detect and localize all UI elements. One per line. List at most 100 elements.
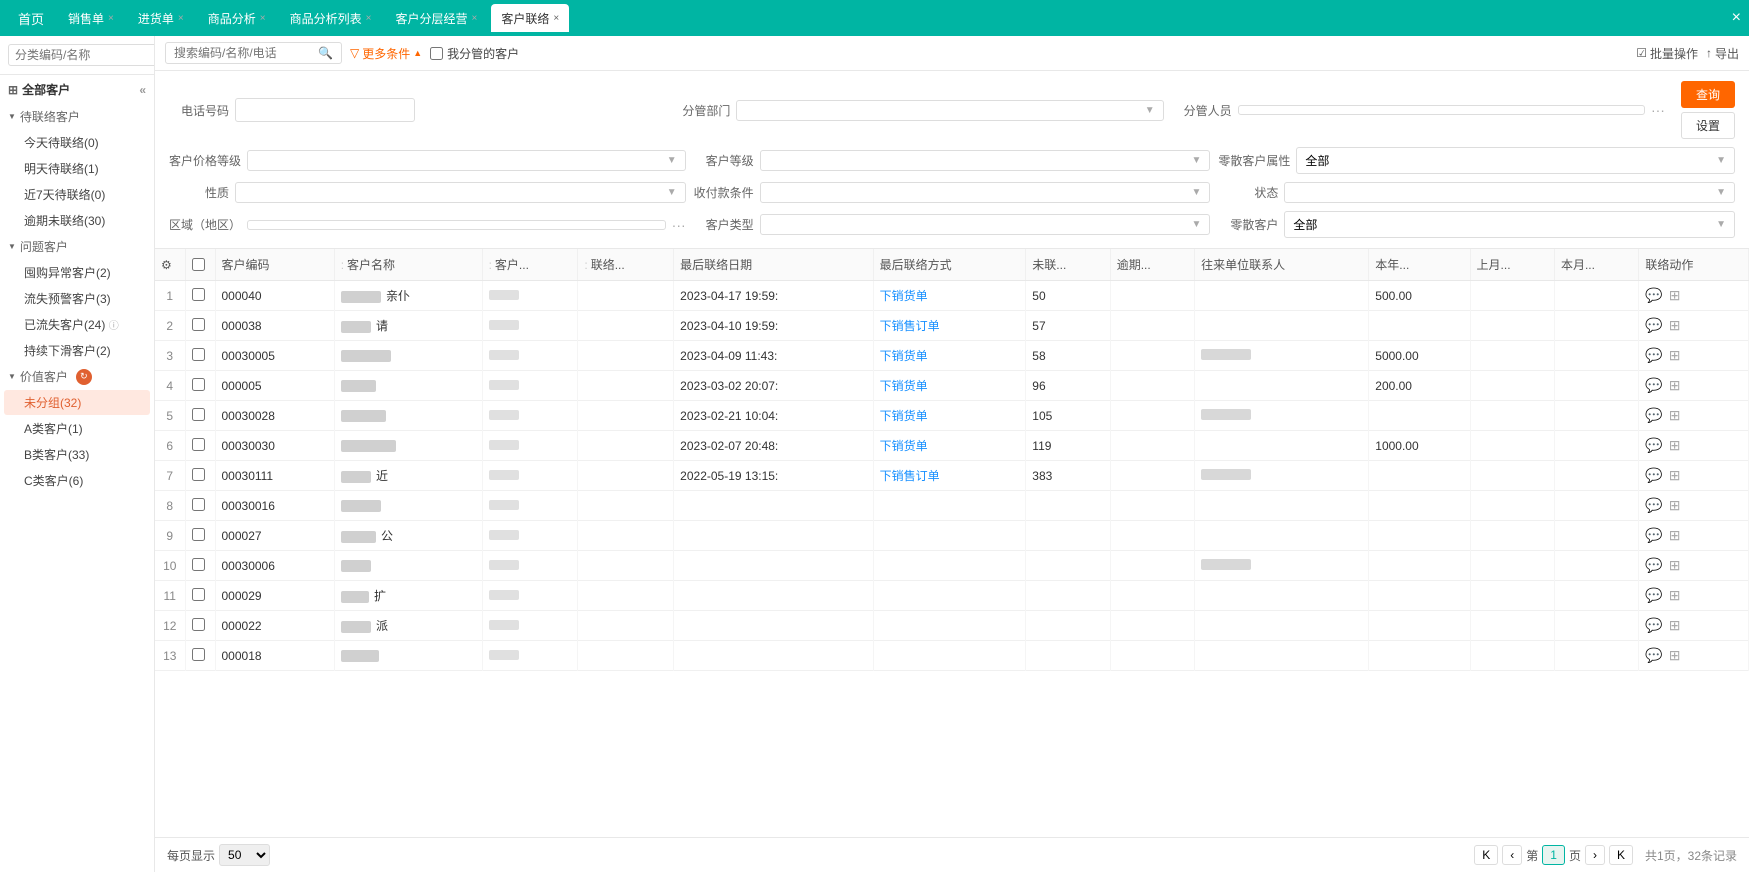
row-checkbox-6[interactable]	[185, 431, 215, 461]
row-select-6[interactable]	[192, 438, 205, 451]
sidebar-all-customers[interactable]: ⊞ 全部客户 «	[0, 75, 154, 104]
row-select-4[interactable]	[192, 378, 205, 391]
chat-icon-1[interactable]: 💬	[1645, 287, 1662, 304]
row-select-8[interactable]	[192, 498, 205, 511]
method-link-6[interactable]: 下销货单	[880, 439, 928, 453]
row-checkbox-13[interactable]	[185, 641, 215, 671]
sidebar-item-7days[interactable]: 近7天待联络(0)	[4, 182, 150, 207]
sidebar-item-ungrouped[interactable]: 未分组(32)	[4, 390, 150, 415]
method-link-5[interactable]: 下销货单	[880, 409, 928, 423]
col-no-contact[interactable]: 未联...	[1026, 249, 1110, 281]
row-checkbox-3[interactable]	[185, 341, 215, 371]
sidebar-item-class-c[interactable]: C类客户(6)	[4, 468, 150, 493]
first-page-button[interactable]: K	[1474, 845, 1498, 865]
region-select[interactable]	[247, 220, 666, 230]
grid-action-icon-2[interactable]: ⊞	[1669, 317, 1681, 334]
grid-action-icon-3[interactable]: ⊞	[1669, 347, 1681, 364]
tab-customer-contact[interactable]: 客户联络 ×	[491, 4, 569, 32]
col-this-month[interactable]: 本月...	[1554, 249, 1638, 281]
sidebar-item-churned[interactable]: 已流失客户(24) ⓘ	[4, 312, 150, 337]
row-checkbox-9[interactable]	[185, 521, 215, 551]
status-select[interactable]: ▼	[1284, 182, 1735, 203]
sidebar-item-class-a[interactable]: A类客户(1)	[4, 416, 150, 441]
col-this-year[interactable]: 本年...	[1369, 249, 1470, 281]
row-select-11[interactable]	[192, 588, 205, 601]
close-tab-contact[interactable]: ×	[553, 13, 559, 24]
close-window-button[interactable]: ×	[1732, 9, 1741, 27]
row-checkbox-10[interactable]	[185, 551, 215, 581]
row-checkbox-4[interactable]	[185, 371, 215, 401]
main-search-input[interactable]	[174, 46, 314, 60]
grid-action-icon-12[interactable]: ⊞	[1669, 617, 1681, 634]
row-checkbox-7[interactable]	[185, 461, 215, 491]
grid-action-icon-6[interactable]: ⊞	[1669, 437, 1681, 454]
export-button[interactable]: ↑ 导出	[1706, 45, 1739, 62]
row-checkbox-5[interactable]	[185, 401, 215, 431]
sidebar-item-declining[interactable]: 持续下滑客户(2)	[4, 338, 150, 363]
row-select-13[interactable]	[192, 648, 205, 661]
select-all-checkbox[interactable]	[192, 258, 205, 271]
tab-sales-order[interactable]: 销售单 ×	[58, 4, 124, 32]
row-select-2[interactable]	[192, 318, 205, 331]
retail-attr-select[interactable]: 全部 ▼	[1296, 147, 1735, 174]
tab-purchase-order[interactable]: 进货单 ×	[128, 4, 194, 32]
chat-icon-11[interactable]: 💬	[1645, 587, 1662, 604]
close-tab-segmentation[interactable]: ×	[471, 13, 477, 24]
next-page-button[interactable]: ›	[1585, 845, 1605, 865]
sidebar-item-overdue[interactable]: 逾期未联络(30)	[4, 208, 150, 233]
chat-icon-6[interactable]: 💬	[1645, 437, 1662, 454]
grid-action-icon-8[interactable]: ⊞	[1669, 497, 1681, 514]
chat-icon-8[interactable]: 💬	[1645, 497, 1662, 514]
chat-icon-5[interactable]: 💬	[1645, 407, 1662, 424]
grid-action-icon-7[interactable]: ⊞	[1669, 467, 1681, 484]
sidebar-collapse-button[interactable]: «	[139, 83, 146, 97]
row-checkbox-8[interactable]	[185, 491, 215, 521]
query-button[interactable]: 查询	[1681, 81, 1735, 108]
chat-icon-13[interactable]: 💬	[1645, 647, 1662, 664]
row-checkbox-11[interactable]	[185, 581, 215, 611]
sidebar-item-class-b[interactable]: B类客户(33)	[4, 442, 150, 467]
retail-select[interactable]: 全部 ▼	[1284, 211, 1735, 238]
tab-product-analysis[interactable]: 商品分析 ×	[198, 4, 276, 32]
phone-input[interactable]	[235, 98, 415, 122]
price-level-select[interactable]: ▼	[247, 150, 686, 171]
row-checkbox-12[interactable]	[185, 611, 215, 641]
page-size-select[interactable]: 50 20 100	[219, 844, 270, 866]
col-name[interactable]: :客户名称	[334, 249, 482, 281]
close-tab-purchase[interactable]: ×	[178, 13, 184, 24]
row-select-12[interactable]	[192, 618, 205, 631]
row-checkbox-1[interactable]	[185, 281, 215, 311]
chat-icon-7[interactable]: 💬	[1645, 467, 1662, 484]
nature-select[interactable]: ▼	[235, 182, 686, 203]
row-select-9[interactable]	[192, 528, 205, 541]
manager-select[interactable]	[1238, 105, 1645, 115]
grid-action-icon-1[interactable]: ⊞	[1669, 287, 1681, 304]
current-page-button[interactable]: 1	[1542, 845, 1565, 865]
chat-icon-2[interactable]: 💬	[1645, 317, 1662, 334]
manager-dots[interactable]: ···	[1651, 102, 1665, 118]
row-select-10[interactable]	[192, 558, 205, 571]
row-select-1[interactable]	[192, 288, 205, 301]
grid-action-icon-5[interactable]: ⊞	[1669, 407, 1681, 424]
home-tab[interactable]: 首页	[8, 9, 54, 28]
grid-action-icon-9[interactable]: ⊞	[1669, 527, 1681, 544]
chat-icon-10[interactable]: 💬	[1645, 557, 1662, 574]
sidebar-group-value[interactable]: ▼ 价值客户 ↻	[0, 364, 154, 389]
col-last-method[interactable]: 最后联络方式	[873, 249, 1026, 281]
sidebar-item-churn-warning[interactable]: 流失预警客户(3)	[4, 286, 150, 311]
col-contact[interactable]: :联络...	[578, 249, 674, 281]
sidebar-group-problem[interactable]: ▼ 问题客户	[0, 234, 154, 259]
close-tab-analysis-list[interactable]: ×	[366, 13, 372, 24]
col-partner[interactable]: 往来单位联系人	[1195, 249, 1369, 281]
sidebar-search-input[interactable]	[8, 44, 155, 66]
more-conditions-button[interactable]: ▽ 更多条件 ▲	[350, 45, 422, 62]
last-page-button[interactable]: K	[1609, 845, 1633, 865]
grid-action-icon-11[interactable]: ⊞	[1669, 587, 1681, 604]
row-select-7[interactable]	[192, 468, 205, 481]
batch-ops-button[interactable]: ☑ 批量操作	[1636, 45, 1698, 62]
payment-select[interactable]: ▼	[760, 182, 1211, 203]
method-link-3[interactable]: 下销货单	[880, 349, 928, 363]
col-last-date[interactable]: 最后联络日期	[674, 249, 873, 281]
sidebar-item-hoarding[interactable]: 囤购异常客户(2)	[4, 260, 150, 285]
sidebar-group-pending[interactable]: ▼ 待联络客户	[0, 104, 154, 129]
